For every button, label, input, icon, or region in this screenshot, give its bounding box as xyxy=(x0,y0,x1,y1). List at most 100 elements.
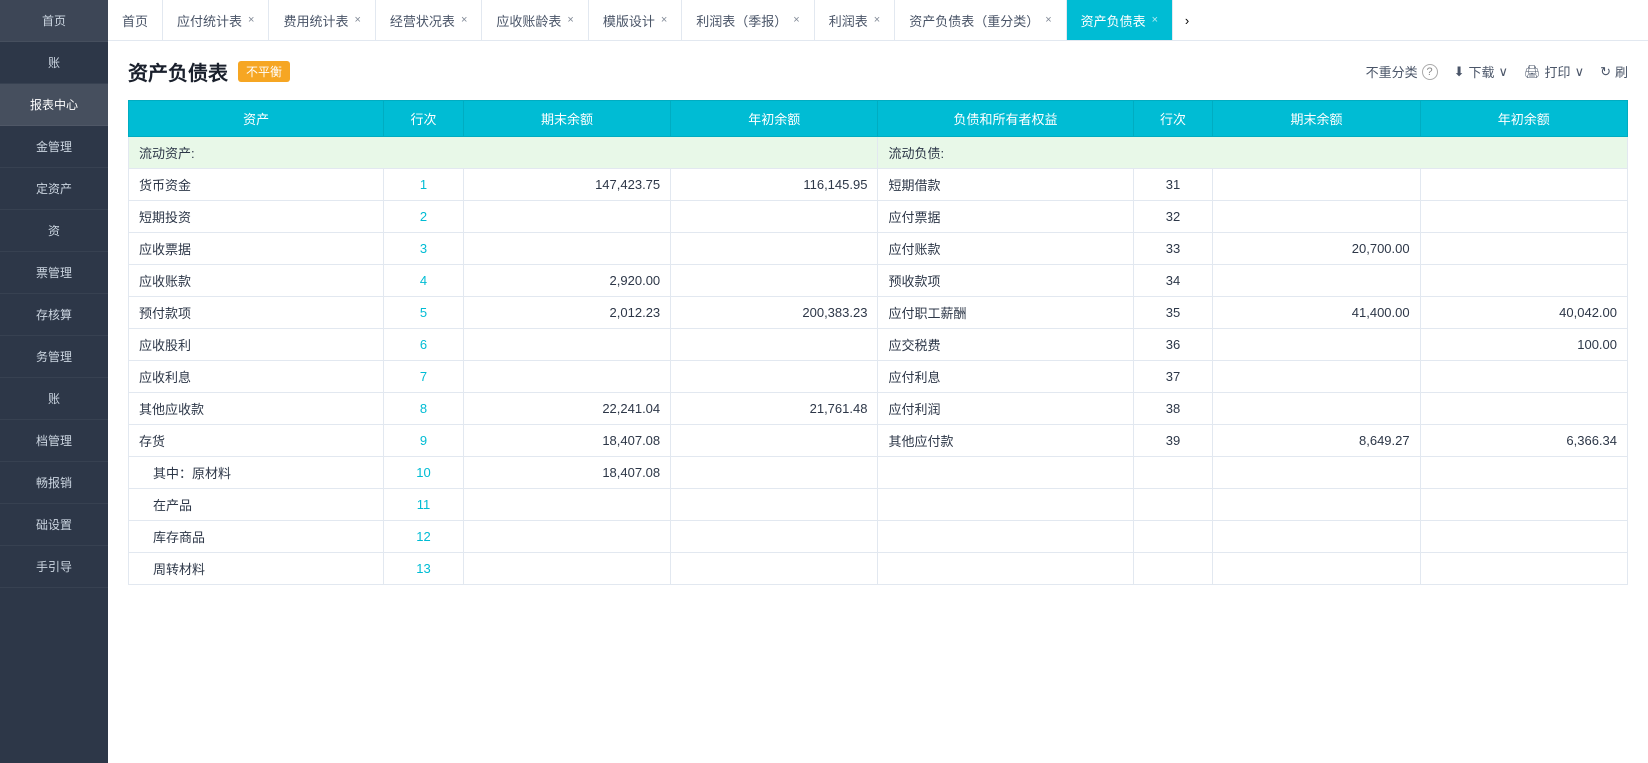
print-button[interactable]: 🖨 打印 ∨ xyxy=(1524,62,1584,81)
cell-begin-a xyxy=(671,233,878,265)
cell-end-l xyxy=(1213,489,1420,521)
tab-ar-aging[interactable]: 应收账龄表× xyxy=(482,0,588,40)
cell-line-l: 36 xyxy=(1133,329,1213,361)
cell-end-a xyxy=(463,489,670,521)
cell-line-l: 38 xyxy=(1133,393,1213,425)
cell-asset: 存货 xyxy=(129,425,384,457)
cell-asset: 周转材料 xyxy=(129,553,384,585)
sidebar-item-account[interactable]: 账 xyxy=(0,42,108,84)
close-tab-template[interactable]: × xyxy=(661,14,667,26)
sidebar-item-ledger[interactable]: 账 xyxy=(0,378,108,420)
cell-begin-l xyxy=(1420,201,1627,233)
cell-end-l xyxy=(1213,457,1420,489)
table-row: 在产品 11 xyxy=(129,489,1628,521)
cell-asset: 短期投资 xyxy=(129,201,384,233)
sidebar-item-file[interactable]: 档管理 xyxy=(0,420,108,462)
cell-line-l: 35 xyxy=(1133,297,1213,329)
cell-end-a: 18,407.08 xyxy=(463,425,670,457)
refresh-icon: ↻ xyxy=(1600,64,1611,80)
tab-scroll-right[interactable]: › xyxy=(1173,0,1201,40)
table-row: 应收账款 4 2,920.00 预收款项 34 xyxy=(129,265,1628,297)
tab-balance-reclassified[interactable]: 资产负债表（重分类）× xyxy=(895,0,1066,40)
print-chevron-icon: ∨ xyxy=(1575,64,1585,80)
cell-line-a: 13 xyxy=(384,553,464,585)
tab-profit[interactable]: 利润表× xyxy=(815,0,895,40)
table-row: 其中：原材料 10 18,407.08 xyxy=(129,457,1628,489)
cell-line-l: 37 xyxy=(1133,361,1213,393)
close-tab-balance-reclassified[interactable]: × xyxy=(1045,14,1051,26)
sidebar-item-sales[interactable]: 畅报销 xyxy=(0,462,108,504)
help-icon[interactable]: ? xyxy=(1422,64,1438,80)
refresh-button[interactable]: ↻ 刷 xyxy=(1600,62,1628,81)
sidebar-item-settings[interactable]: 础设置 xyxy=(0,504,108,546)
tab-operations[interactable]: 经营状况表× xyxy=(376,0,482,40)
table-row: 短期投资 2 应付票据 32 xyxy=(129,201,1628,233)
no-reclassify-button[interactable]: 不重分类 ? xyxy=(1366,62,1438,81)
cell-begin-a xyxy=(671,201,878,233)
cell-end-l xyxy=(1213,169,1420,201)
content-area: 资产负债表 不平衡 不重分类 ? ⬇ 下载 ∨ 🖨 打印 ∨ xyxy=(108,41,1648,763)
cell-line-a: 2 xyxy=(384,201,464,233)
cell-begin-a: 116,145.95 xyxy=(671,169,878,201)
cell-line-a: 3 xyxy=(384,233,464,265)
cell-line-a: 5 xyxy=(384,297,464,329)
sidebar-item-report-center[interactable]: 报表中心 xyxy=(0,84,108,126)
tab-ap-summary[interactable]: 应付统计表× xyxy=(163,0,269,40)
cell-begin-l xyxy=(1420,265,1627,297)
sidebar-item-home[interactable]: 首页 xyxy=(0,0,108,42)
cell-begin-a xyxy=(671,265,878,297)
cell-line-a: 9 xyxy=(384,425,464,457)
sidebar-item-fixed-assets[interactable]: 定资产 xyxy=(0,168,108,210)
cell-asset: 应收股利 xyxy=(129,329,384,361)
tab-home[interactable]: 首页 xyxy=(108,0,163,40)
cell-begin-l: 100.00 xyxy=(1420,329,1627,361)
tab-template-design[interactable]: 模版设计× xyxy=(589,0,682,40)
table-row: 应收票据 3 应付账款 33 20,700.00 xyxy=(129,233,1628,265)
cell-liability: 应交税费 xyxy=(878,329,1133,361)
table-row: 库存商品 12 xyxy=(129,521,1628,553)
close-tab-profit-quarterly[interactable]: × xyxy=(793,14,799,26)
sidebar-item-task[interactable]: 务管理 xyxy=(0,336,108,378)
table-row: 其他应收款 8 22,241.04 21,761.48 应付利润 38 xyxy=(129,393,1628,425)
section-liability-label: 流动负债: xyxy=(878,137,1628,169)
cell-begin-a xyxy=(671,425,878,457)
cell-asset: 应收利息 xyxy=(129,361,384,393)
cell-asset: 应收票据 xyxy=(129,233,384,265)
tab-balance-sheet[interactable]: 资产负债表× xyxy=(1067,0,1173,40)
main-area: 首页 应付统计表× 费用统计表× 经营状况表× 应收账龄表× 模版设计× 利润表… xyxy=(108,0,1648,763)
close-tab-operations[interactable]: × xyxy=(461,14,467,26)
close-tab-ap-summary[interactable]: × xyxy=(248,14,254,26)
tab-profit-quarterly[interactable]: 利润表（季报）× xyxy=(682,0,814,40)
cell-begin-l xyxy=(1420,233,1627,265)
cell-begin-a xyxy=(671,489,878,521)
table-row: 应收股利 6 应交税费 36 100.00 xyxy=(129,329,1628,361)
sidebar: 首页 账 报表中心 金管理 定资产 资 票管理 存核算 务管理 账 档管理 畅报… xyxy=(0,0,108,763)
close-tab-balance-sheet[interactable]: × xyxy=(1152,14,1158,26)
sidebar-item-inventory[interactable]: 存核算 xyxy=(0,294,108,336)
cell-begin-a xyxy=(671,521,878,553)
cell-begin-l xyxy=(1420,393,1627,425)
close-tab-expense[interactable]: × xyxy=(354,14,360,26)
header-line2: 行次 xyxy=(1133,101,1213,137)
tab-bar: 首页 应付统计表× 费用统计表× 经营状况表× 应收账龄表× 模版设计× 利润表… xyxy=(108,0,1648,41)
download-button[interactable]: ⬇ 下载 ∨ xyxy=(1454,62,1508,81)
cell-asset: 库存商品 xyxy=(129,521,384,553)
page-header: 资产负债表 不平衡 不重分类 ? ⬇ 下载 ∨ 🖨 打印 ∨ xyxy=(128,57,1628,86)
cell-end-l xyxy=(1213,201,1420,233)
sidebar-item-guide[interactable]: 手引导 xyxy=(0,546,108,588)
cell-liability: 应付职工薪酬 xyxy=(878,297,1133,329)
cell-liability xyxy=(878,521,1133,553)
close-tab-profit[interactable]: × xyxy=(874,14,880,26)
cell-begin-a: 200,383.23 xyxy=(671,297,878,329)
cell-begin-a xyxy=(671,361,878,393)
close-tab-ar-aging[interactable]: × xyxy=(567,14,573,26)
sidebar-item-invest[interactable]: 资 xyxy=(0,210,108,252)
cell-begin-a xyxy=(671,457,878,489)
cell-liability: 应付利息 xyxy=(878,361,1133,393)
sidebar-item-invoice[interactable]: 票管理 xyxy=(0,252,108,294)
tab-expense-summary[interactable]: 费用统计表× xyxy=(269,0,375,40)
cell-begin-a: 21,761.48 xyxy=(671,393,878,425)
cell-end-l: 20,700.00 xyxy=(1213,233,1420,265)
sidebar-item-fund[interactable]: 金管理 xyxy=(0,126,108,168)
download-icon: ⬇ xyxy=(1454,64,1465,80)
